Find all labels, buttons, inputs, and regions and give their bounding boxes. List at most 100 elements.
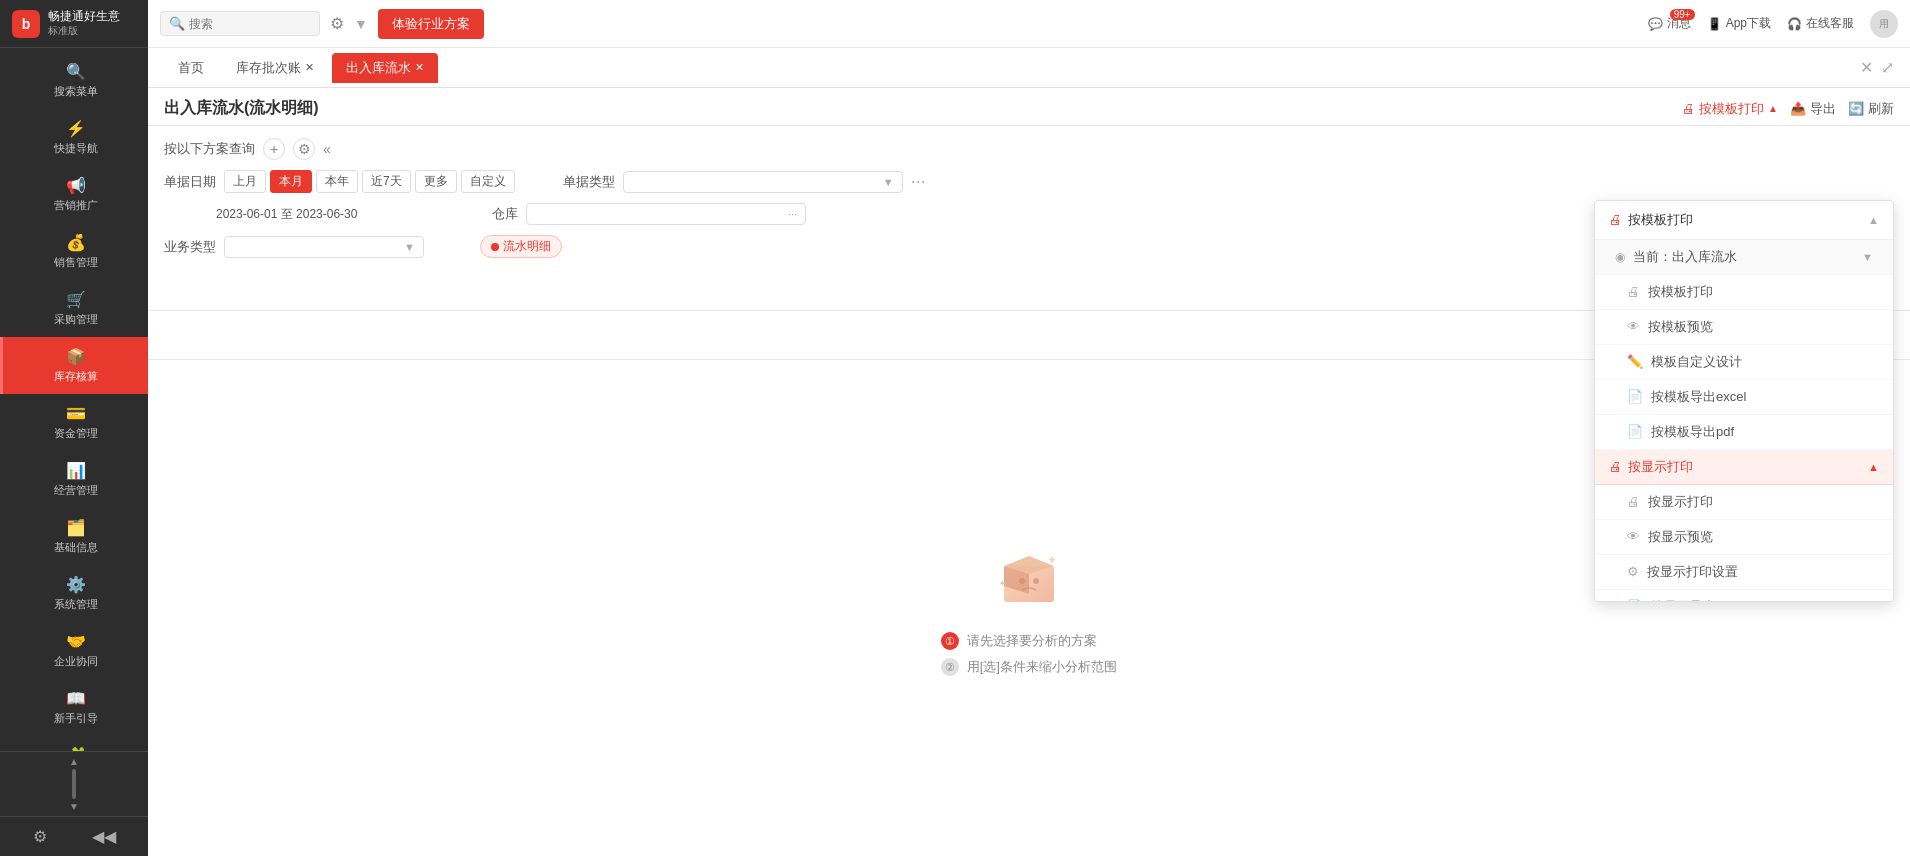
search-input[interactable]: [189, 17, 289, 31]
date-filter-options: 上月 本月 本年 近7天 更多 自定义: [224, 170, 515, 193]
quick-nav-icon: ⚡: [66, 119, 86, 138]
sidebar-nav: 🔍 搜索菜单 ⚡ 快捷导航 📢 营销推广 💰 销售管理 🛒 采购管理 📦 库存核…: [0, 48, 148, 751]
sidebar-settings-icon[interactable]: ⚙: [33, 827, 47, 846]
date-last-month[interactable]: 上月: [224, 170, 266, 193]
tab-flow-close[interactable]: ✕: [415, 61, 424, 74]
filter-settings-button[interactable]: ⚙: [293, 138, 315, 160]
dropdown-template-print[interactable]: 🖨 按模板打印: [1595, 275, 1893, 310]
sidebar-collapse-icon[interactable]: ◀◀: [92, 827, 116, 846]
tab-close-all-icon[interactable]: ✕: [1860, 58, 1873, 77]
dropdown-template-export-excel[interactable]: 📄 按模板导出excel: [1595, 380, 1893, 415]
date-current-month[interactable]: 本月: [270, 170, 312, 193]
dropdown-display-print[interactable]: 🖨 按显示打印: [1595, 485, 1893, 520]
empty-steps: ① 请先选择要分析的方案 ② 用[选]条件来缩小分析范围: [941, 628, 1117, 680]
biz-type-filter-field: 业务类型 ▼: [164, 236, 424, 258]
dropdown-current-item[interactable]: ◉ 当前：出入库流水 ▼: [1595, 240, 1893, 275]
dropdown-display-preview[interactable]: 👁 按显示预览: [1595, 520, 1893, 555]
sidebar-item-inventory[interactable]: 📦 库存核算: [0, 337, 148, 394]
date-current-year[interactable]: 本年: [316, 170, 358, 193]
display-print-label: 按显示打印: [1648, 493, 1713, 511]
display-section-icon: 🖨: [1609, 459, 1622, 474]
date-custom[interactable]: 自定义: [461, 170, 515, 193]
export-btn[interactable]: 📤 导出: [1790, 100, 1836, 118]
tab-home[interactable]: 首页: [164, 53, 218, 83]
sidebar-item-purchase[interactable]: 🛒 采购管理: [0, 280, 148, 337]
topbar-app-download[interactable]: 📱 App下载: [1707, 15, 1771, 32]
date-filter-field: 单据日期 上月 本月 本年 近7天 更多 自定义: [164, 170, 515, 193]
sidebar-item-marketing[interactable]: 📢 营销推广: [0, 166, 148, 223]
search-icon: 🔍: [169, 16, 185, 31]
sidebar-item-sales[interactable]: 💰 销售管理: [0, 223, 148, 280]
date-more[interactable]: 更多: [415, 170, 457, 193]
trial-btn[interactable]: 体验行业方案: [378, 9, 484, 39]
step-2-text: 用[选]条件来缩小分析范围: [967, 659, 1117, 674]
step-1-text: 请先选择要分析的方案: [967, 633, 1097, 648]
dropdown-template-export-pdf[interactable]: 📄 按模板导出pdf: [1595, 415, 1893, 450]
scroll-up-arrow[interactable]: ▲: [69, 756, 79, 767]
search-icon: 🔍: [66, 62, 86, 81]
date-label: 单据日期: [164, 173, 216, 191]
topbar-customer-service[interactable]: 🎧 在线客服: [1787, 15, 1854, 32]
sidebar-item-basic[interactable]: 🗂️ 基础信息: [0, 508, 148, 565]
dropdown-template-preview[interactable]: 👁 按模板预览: [1595, 310, 1893, 345]
basic-icon: 🗂️: [66, 518, 86, 537]
dropdown-header: 🖨 按模板打印 ▲: [1595, 201, 1893, 240]
print-icon: 🖨: [1682, 101, 1695, 116]
sidebar-item-label: 销售管理: [54, 255, 98, 270]
tab-batch-close[interactable]: ✕: [305, 61, 314, 74]
chip-label: 流水明细: [503, 238, 551, 255]
svg-text:✦: ✦: [1047, 553, 1057, 567]
print-template-label: 按模板打印: [1699, 100, 1764, 118]
collab-icon: 🤝: [66, 632, 86, 651]
page-header: 出入库流水(流水明细) 🖨 按模板打印 ▲ 📤 导出 🔄 刷新: [148, 88, 1910, 126]
main-area: 🔍 ⚙ ▼ 体验行业方案 💬 99+ 消息 📱 App下载 🎧 在线客服 用: [148, 0, 1910, 856]
dropdown-template-custom[interactable]: ✏️ 模板自定义设计: [1595, 345, 1893, 380]
user-avatar[interactable]: 用: [1870, 10, 1898, 38]
print-expand-icon[interactable]: ▲: [1768, 103, 1778, 114]
sidebar-item-collab[interactable]: 🤝 企业协同: [0, 622, 148, 679]
sidebar-item-label: 采购管理: [54, 312, 98, 327]
biz-type-select[interactable]: ▼: [224, 236, 424, 258]
topbar-search-box[interactable]: 🔍: [160, 11, 320, 36]
sidebar-item-label: 经营管理: [54, 483, 98, 498]
inventory-icon: 📦: [66, 347, 86, 366]
doc-type-select[interactable]: ▼: [623, 171, 903, 193]
logo-sub: 标准版: [48, 24, 120, 38]
sidebar-item-apps[interactable]: 🧩 应用中心: [0, 736, 148, 751]
dropdown-display-section[interactable]: 🖨 按显示打印 ▲: [1595, 450, 1893, 485]
warehouse-select[interactable]: ···: [526, 203, 806, 225]
tab-expand-icon[interactable]: ⤢: [1881, 58, 1894, 77]
display-excel-icon: 📄: [1627, 599, 1643, 601]
message-icon: 💬: [1648, 17, 1663, 31]
display-section-arrow[interactable]: ▲: [1868, 461, 1879, 473]
sidebar-item-system[interactable]: ⚙️ 系统管理: [0, 565, 148, 622]
step-1-num: ①: [941, 632, 959, 650]
topbar-dropdown-icon[interactable]: ▼: [354, 16, 368, 32]
message-count-badge: 99+: [1670, 9, 1695, 20]
sidebar-item-label: 快捷导航: [54, 141, 98, 156]
refresh-btn[interactable]: 🔄 刷新: [1848, 100, 1894, 118]
dropdown-collapse-icon[interactable]: ▲: [1868, 214, 1879, 226]
headset-icon: 🎧: [1787, 17, 1802, 31]
doc-type-arrow: ▼: [883, 176, 894, 188]
tab-batch[interactable]: 库存批次账 ✕: [222, 53, 328, 83]
dropdown-display-print-settings[interactable]: ⚙ 按显示打印设置: [1595, 555, 1893, 590]
step-2-num: ②: [941, 658, 959, 676]
sidebar-item-search[interactable]: 🔍 搜索菜单: [0, 52, 148, 109]
sidebar-item-quick-nav[interactable]: ⚡ 快捷导航: [0, 109, 148, 166]
tab-flow[interactable]: 出入库流水 ✕: [332, 53, 438, 83]
topbar-settings-icon[interactable]: ⚙: [330, 14, 344, 33]
print-template-btn[interactable]: 🖨 按模板打印 ▲: [1682, 100, 1778, 118]
sidebar-item-guide[interactable]: 📖 新手引导: [0, 679, 148, 736]
sidebar-item-operation[interactable]: 📊 经营管理: [0, 451, 148, 508]
warehouse-arrow: ···: [788, 208, 797, 220]
template-excel-icon: 📄: [1627, 389, 1643, 404]
filter-add-button[interactable]: +: [263, 138, 285, 160]
sidebar-item-finance[interactable]: 💳 资金管理: [0, 394, 148, 451]
doc-type-more-icon[interactable]: ···: [911, 171, 926, 192]
scroll-down-arrow[interactable]: ▼: [69, 801, 79, 812]
dropdown-display-export-excel[interactable]: 📄 按显示导出excel: [1595, 590, 1893, 601]
topbar-message[interactable]: 💬 99+ 消息: [1648, 15, 1691, 32]
filter-collapse-button[interactable]: «: [323, 141, 331, 157]
date-last-7[interactable]: 近7天: [362, 170, 411, 193]
